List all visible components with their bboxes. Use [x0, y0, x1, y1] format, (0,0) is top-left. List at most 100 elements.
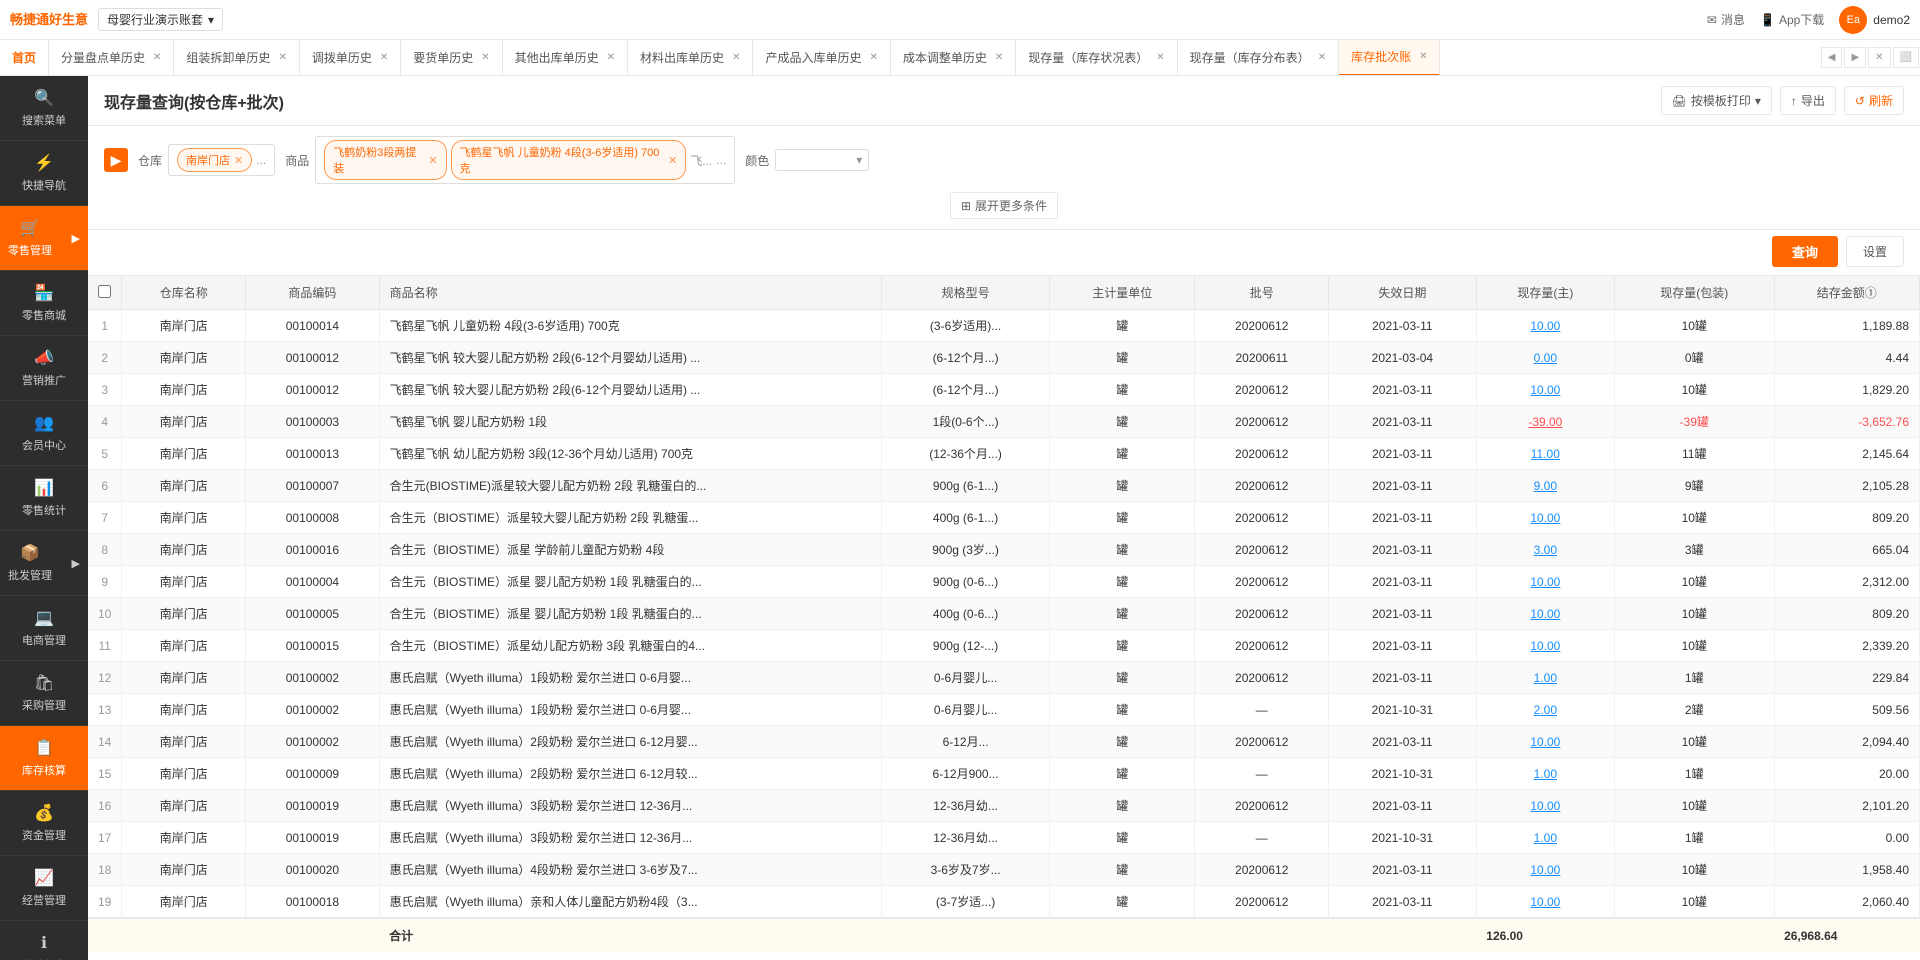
chevron-right-icon: ▶: [72, 232, 80, 245]
tab-chanchengrudan[interactable]: 产成品入库单历史 ✕: [753, 40, 890, 76]
expand-tabs-button[interactable]: ⬜: [1893, 47, 1919, 68]
table-row: 5 南岸门店 00100013 飞鹤星飞帆 幼儿配方奶粉 3段(12-36个月幼…: [88, 438, 1920, 470]
prev-tab-button[interactable]: ◀: [1821, 47, 1843, 68]
wholesale-icon: 📦: [20, 543, 40, 563]
stats-icon: 📊: [5, 478, 83, 498]
color-select[interactable]: [784, 153, 844, 167]
product-tag-1-close[interactable]: ✕: [428, 154, 437, 167]
sidebar-item-inventory[interactable]: 📋 库存核算: [0, 726, 88, 791]
qty-main-link[interactable]: 3.00: [1534, 543, 1557, 557]
qty-main-link[interactable]: 10.00: [1530, 639, 1560, 653]
sidebar-item-label: 快捷导航: [5, 177, 83, 193]
expand-toggle-button[interactable]: ▶: [104, 148, 128, 172]
messages-label: 消息: [1721, 11, 1745, 28]
tab-home[interactable]: 首页: [0, 40, 49, 76]
qty-main-link[interactable]: 1.00: [1534, 671, 1557, 685]
qty-main-link[interactable]: 10.00: [1530, 383, 1560, 397]
template-print-button[interactable]: 🖨 按模板打印 ▾: [1661, 86, 1772, 115]
sidebar-item-basics[interactable]: ℹ 基础信息: [0, 921, 88, 960]
sidebar-item-quicknav[interactable]: ⚡ 快捷导航: [0, 141, 88, 206]
qty-main-link[interactable]: 10.00: [1530, 575, 1560, 589]
sidebar-item-label: 搜索菜单: [5, 112, 83, 128]
qty-main-link[interactable]: 2.00: [1534, 703, 1557, 717]
sidebar-item-search[interactable]: 🔍 搜索菜单: [0, 76, 88, 141]
qty-main-link[interactable]: 10.00: [1530, 607, 1560, 621]
sidebar-item-retail-mgmt[interactable]: 🛒 零售管理 ▶: [0, 206, 88, 271]
tab-xiancunzhuangtai[interactable]: 现存量（库存状况表） ✕: [1016, 40, 1177, 76]
close-icon[interactable]: ✕: [481, 52, 489, 63]
basics-icon: ℹ: [5, 933, 83, 953]
col-warehouse: 仓库名称: [122, 276, 246, 310]
refresh-button[interactable]: ↺ 刷新: [1844, 86, 1904, 115]
sidebar-item-member[interactable]: 👥 会员中心: [0, 401, 88, 466]
qty-main-link[interactable]: 1.00: [1534, 831, 1557, 845]
qty-main-link[interactable]: 0.00: [1534, 351, 1557, 365]
top-bar: 畅捷通好生意 母婴行业演示账套 ▾ ✉ 消息 📱 App下载 Ea demo2: [0, 0, 1920, 40]
qty-main-link[interactable]: 10.00: [1530, 799, 1560, 813]
table-container: 仓库名称 商品编码 商品名称 规格型号 主计量单位 批号 失效日期 现存量(主)…: [88, 276, 1920, 960]
query-button[interactable]: 查询: [1772, 236, 1838, 267]
user-area[interactable]: Ea demo2: [1839, 6, 1910, 34]
app-download-action[interactable]: 📱 App下载: [1760, 11, 1824, 28]
chevron-down-icon: ▾: [208, 13, 214, 27]
tab-diaobodanls[interactable]: 调拨单历史 ✕: [300, 40, 401, 76]
sidebar-item-label: 库存核算: [5, 762, 83, 778]
close-icon[interactable]: ✕: [1156, 52, 1164, 63]
page-actions: 🖨 按模板打印 ▾ ↑ 导出 ↺ 刷新: [1661, 86, 1904, 115]
quicknav-icon: ⚡: [5, 153, 83, 173]
sidebar-item-label: 经营管理: [5, 892, 83, 908]
qty-main-link[interactable]: 10.00: [1530, 511, 1560, 525]
close-icon[interactable]: ✕: [607, 52, 615, 63]
data-table: 仓库名称 商品编码 商品名称 规格型号 主计量单位 批号 失效日期 现存量(主)…: [88, 276, 1920, 952]
qty-main-link[interactable]: 10.00: [1530, 863, 1560, 877]
sidebar-item-retail-mall[interactable]: 🏪 零售商城: [0, 271, 88, 336]
next-tab-button[interactable]: ▶: [1844, 47, 1866, 68]
tab-chenbendan[interactable]: 成本调整单历史 ✕: [891, 40, 1016, 76]
tab-qitachukudan[interactable]: 其他出库单历史 ✕: [503, 40, 628, 76]
color-label: 颜色: [745, 152, 769, 169]
close-all-tabs-button[interactable]: ✕: [1868, 47, 1890, 68]
tab-kucunpici[interactable]: 库存批次账 ✕: [1339, 40, 1440, 76]
table-row: 6 南岸门店 00100007 合生元(BIOSTIME)派星较大婴儿配方奶粉 …: [88, 470, 1920, 502]
close-icon[interactable]: ✕: [1419, 51, 1427, 62]
sidebar-item-retail-stats[interactable]: 📊 零售统计: [0, 466, 88, 531]
tab-xiancunfenbu[interactable]: 现存量（库存分布表） ✕: [1178, 40, 1339, 76]
table-row: 4 南岸门店 00100003 飞鹤星飞帆 婴儿配方奶粉 1段 1段(0-6个.…: [88, 406, 1920, 438]
qty-main-link[interactable]: -39.00: [1528, 415, 1562, 429]
setting-button[interactable]: 设置: [1846, 236, 1904, 267]
org-select[interactable]: 母婴行业演示账套 ▾: [98, 8, 223, 31]
close-icon[interactable]: ✕: [869, 52, 877, 63]
qty-main-link[interactable]: 11.00: [1531, 447, 1560, 461]
table-row: 18 南岸门店 00100020 惠氏启赋（Wyeth illuma）4段奶粉 …: [88, 854, 1920, 886]
sidebar-item-marketing[interactable]: 📣 营销推广: [0, 336, 88, 401]
tab-cailiaochu[interactable]: 材料出库单历史 ✕: [628, 40, 753, 76]
select-all-checkbox[interactable]: [98, 285, 111, 298]
qty-main-link[interactable]: 9.00: [1534, 479, 1557, 493]
close-icon[interactable]: ✕: [1318, 52, 1326, 63]
sidebar-item-finance[interactable]: 💰 资金管理: [0, 791, 88, 856]
qty-main-link[interactable]: 10.00: [1530, 895, 1560, 909]
tab-fenliangpandian[interactable]: 分量盘点单历史 ✕: [49, 40, 174, 76]
messages-action[interactable]: ✉ 消息: [1707, 11, 1745, 28]
qty-main-link[interactable]: 1.00: [1534, 767, 1557, 781]
sidebar-item-purchase[interactable]: 🛍 采购管理: [0, 661, 88, 726]
expand-more-button[interactable]: ⊞ 展开更多条件: [950, 192, 1058, 219]
export-button[interactable]: ↑ 导出: [1780, 86, 1836, 115]
col-amount: 结存金额①: [1774, 276, 1919, 310]
sidebar-item-ecommerce[interactable]: 💻 电商管理: [0, 596, 88, 661]
close-icon[interactable]: ✕: [732, 52, 740, 63]
warehouse-tag-close[interactable]: ✕: [234, 154, 243, 167]
close-icon[interactable]: ✕: [380, 52, 388, 63]
qty-main-link[interactable]: 10.00: [1530, 735, 1560, 749]
close-icon[interactable]: ✕: [278, 52, 286, 63]
close-icon[interactable]: ✕: [153, 52, 161, 63]
chevron-down-icon: ▾: [856, 153, 862, 167]
sidebar-item-wholesale[interactable]: 📦 批发管理 ▶: [0, 531, 88, 596]
tab-zuzhuangchaijie[interactable]: 组装拆卸单历史 ✕: [174, 40, 299, 76]
tab-yaohuodanls[interactable]: 要货单历史 ✕: [401, 40, 502, 76]
sidebar-item-operations[interactable]: 📈 经营管理: [0, 856, 88, 921]
product-tag-2-close[interactable]: ✕: [668, 154, 677, 167]
qty-main-link[interactable]: 10.00: [1530, 319, 1560, 333]
close-icon[interactable]: ✕: [995, 52, 1003, 63]
table-row: 2 南岸门店 00100012 飞鹤星飞帆 较大婴儿配方奶粉 2段(6-12个月…: [88, 342, 1920, 374]
